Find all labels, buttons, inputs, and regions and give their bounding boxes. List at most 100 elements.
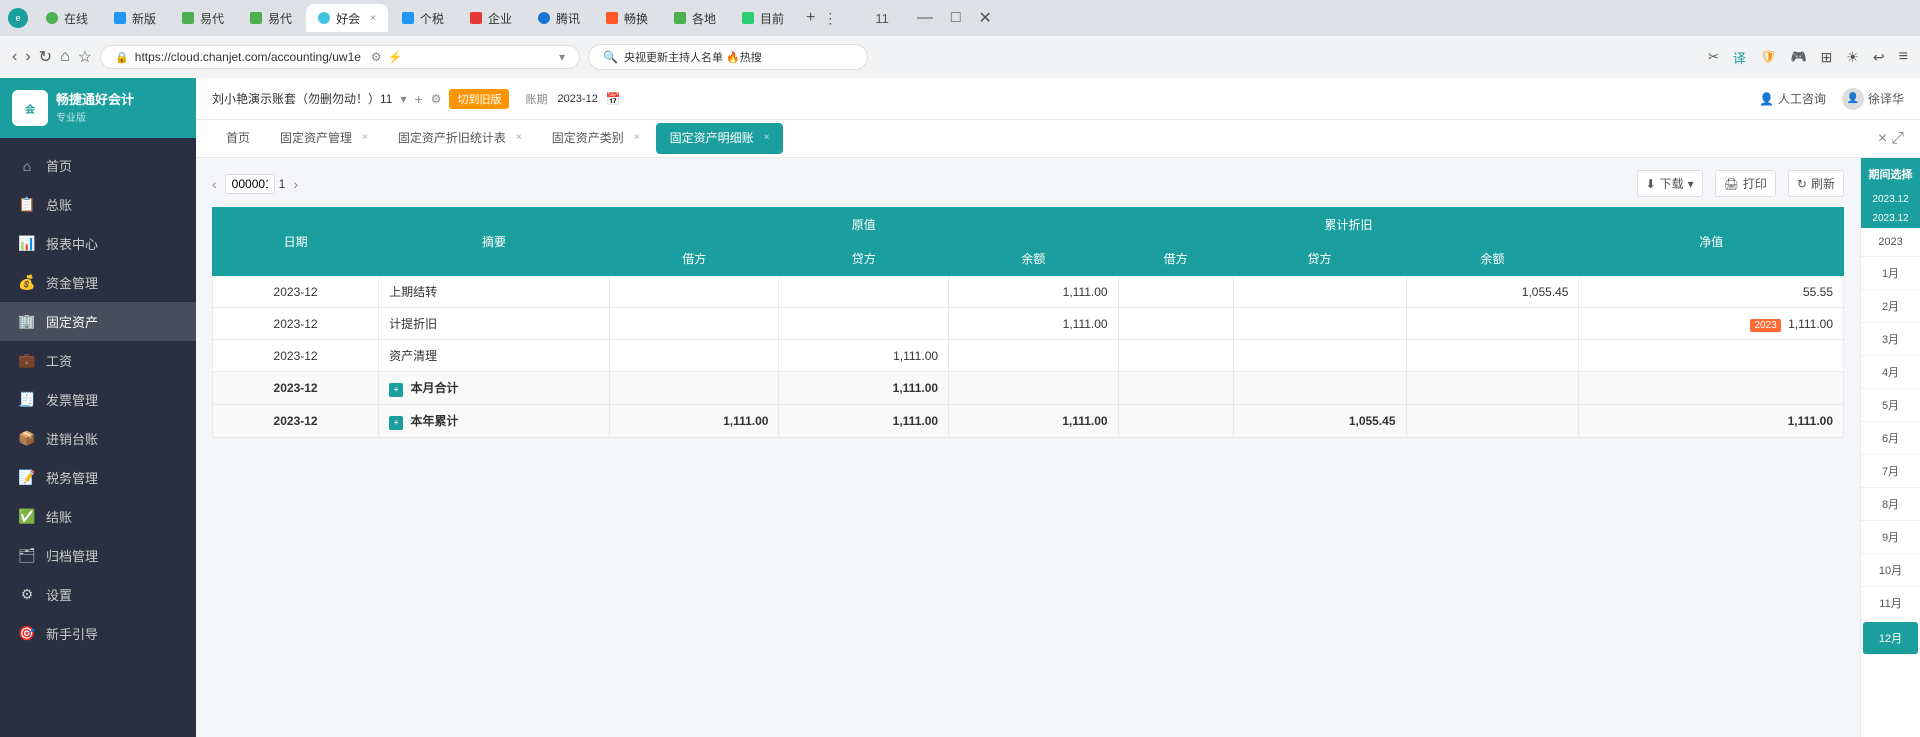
tab-expand-icon[interactable]: ⤢ [1891,130,1904,148]
row-orig-debit [609,276,779,308]
service-icon: 👤 [1759,92,1774,106]
sidebar-item-funds[interactable]: 💰 资金管理 [0,263,196,302]
tab-muqian[interactable]: 目前 [730,4,796,32]
site-info-icon[interactable]: ⚙ [371,50,382,64]
page-code-input[interactable] [225,174,275,194]
page-tab-close-icon[interactable]: × [516,132,522,143]
address-bar[interactable]: 🔒 https://cloud.chanjet.com/accounting/u… [100,45,580,69]
sidebar-item-archive[interactable]: 🗂 归档管理 [0,536,196,575]
tab-tengxun[interactable]: 腾讯 [526,4,592,32]
period-item-dec[interactable]: 12月 [1863,622,1918,655]
sidebar-item-label: 发票管理 [46,390,98,409]
sidebar-item-purchasesales[interactable]: 📦 进销台账 [0,419,196,458]
page-tab-depreciation-stats[interactable]: 固定资产折旧统计表 × [384,123,536,154]
tab-haohui[interactable]: 好会 × [306,4,388,32]
tab-yidai1[interactable]: 易代 [170,4,236,32]
sidebar-item-payroll[interactable]: 💼 工资 [0,341,196,380]
period-item-jan[interactable]: 1月 [1861,257,1920,290]
tab-icon [470,12,482,24]
sidebar-item-invoice[interactable]: 🧾 发票管理 [0,380,196,419]
dropdown-chevron-icon[interactable]: ▾ [559,50,565,64]
tab-online[interactable]: 在线 [34,4,100,32]
tab-yidai2[interactable]: 易代 [238,4,304,32]
extension-icon2[interactable]: 🎮 [1790,49,1806,65]
reload-button[interactable]: ↻ [39,47,52,67]
menu-icon[interactable]: ≡ [1899,48,1908,66]
period-item-nov[interactable]: 11月 [1861,587,1920,620]
next-page-button[interactable]: › [293,176,298,192]
col-orig-balance-header: 余额 [949,242,1119,276]
page-tab-label: 首页 [226,129,250,146]
period-item-sep[interactable]: 9月 [1861,521,1920,554]
page-tab-home[interactable]: 首页 [212,123,264,154]
user-avatar-button[interactable]: 👤 徐译华 [1842,88,1904,110]
row-orig-debit [609,372,779,405]
period-item-feb[interactable]: 2月 [1861,290,1920,323]
brightness-icon[interactable]: ☀ [1846,49,1859,66]
sidebar-item-reports[interactable]: 📊 报表中心 [0,224,196,263]
tab-menu-icon[interactable]: ⋮ [823,10,837,27]
sidebar-item-guide[interactable]: 🎯 新手引导 [0,614,196,653]
bookmark-button[interactable]: ☆ [78,47,92,67]
period-panel-header: 期间选择 [1861,158,1920,190]
print-label: 打印 [1743,175,1767,192]
sidebar-item-ledger[interactable]: 📋 总账 [0,185,196,224]
sidebar-item-settings[interactable]: ⚙ 设置 [0,575,196,614]
page-tab-assets-category[interactable]: 固定资产类别 × [538,123,654,154]
page-tab-fixed-assets-mgmt[interactable]: 固定资产管理 × [266,123,382,154]
search-bar[interactable]: 🔍 央视更新主持人名单 🔥热搜 [588,44,868,70]
switch-version-button[interactable]: 切到旧版 [449,89,509,109]
period-item-mar[interactable]: 3月 [1861,323,1920,356]
download-button[interactable]: ⬇ 下载 ▾ [1637,170,1703,197]
add-company-icon[interactable]: + [415,91,423,107]
sidebar-item-label: 进销台账 [46,429,98,448]
period-item-oct[interactable]: 10月 [1861,554,1920,587]
prev-page-button[interactable]: ‹ [212,176,217,192]
period-item-may[interactable]: 5月 [1861,389,1920,422]
fixed-assets-icon: 🏢 [18,313,36,330]
row-orig-balance: 1,111.00 [949,308,1119,340]
window-close-icon[interactable]: ✕ [979,8,992,28]
cut-icon[interactable]: ✂ [1708,49,1719,65]
period-item-apr[interactable]: 4月 [1861,356,1920,389]
back-button[interactable]: ‹ [12,48,17,66]
page-tab-close-icon[interactable]: × [362,132,368,143]
tab-qiye[interactable]: 企业 [458,4,524,32]
tab-close-icon[interactable]: × [370,13,376,24]
window-maximize-icon[interactable]: □ [951,9,961,27]
period-item-jul[interactable]: 7月 [1861,455,1920,488]
sidebar-item-home[interactable]: ⌂ 首页 [0,146,196,185]
guide-icon: 🎯 [18,625,36,642]
extension-icon1[interactable]: 🛡 [1760,49,1777,65]
undo-icon[interactable]: ↩ [1873,49,1885,66]
translate-icon[interactable]: 译 [1733,48,1746,67]
sidebar-item-closing[interactable]: ✅ 结账 [0,497,196,536]
dropdown-icon[interactable]: ▾ [400,92,406,106]
row-summary: 上期结转 [379,276,610,308]
page-tab-assets-detail[interactable]: 固定资产明细账 × [656,123,784,154]
tab-collapse-icon[interactable]: × [1878,130,1887,148]
home-button[interactable]: ⌂ [60,48,70,66]
tab-geshui[interactable]: 个税 [390,4,456,32]
customer-service-button[interactable]: 👤 人工咨询 [1759,90,1826,107]
tab-gedi[interactable]: 各地 [662,4,728,32]
sidebar-item-fixed-assets[interactable]: 🏢 固定资产 [0,302,196,341]
apps-icon[interactable]: ⊞ [1821,49,1833,66]
tab-new[interactable]: 新版 [102,4,168,32]
page-tab-close-icon[interactable]: × [634,132,640,143]
forward-button[interactable]: › [25,48,30,66]
print-button[interactable]: 🖨 打印 [1715,170,1776,197]
period-item-year[interactable]: 2023 [1861,228,1920,257]
settings-company-icon[interactable]: ⚙ [431,92,442,106]
period-item-aug[interactable]: 8月 [1861,488,1920,521]
table-row-monthly-total: 2023-12 + 本月合计 1,111.00 [213,372,1844,405]
period-item-jun[interactable]: 6月 [1861,422,1920,455]
tab-icon [318,12,330,24]
page-tab-close-icon[interactable]: × [764,132,770,143]
tab-chang[interactable]: 畅换 [594,4,660,32]
window-minimize-icon[interactable]: — [917,9,933,27]
sidebar-item-tax[interactable]: 📝 税务管理 [0,458,196,497]
add-tab-button[interactable]: + [806,9,815,27]
refresh-button[interactable]: ↻ 刷新 [1788,170,1844,197]
calendar-icon[interactable]: 📅 [606,92,621,106]
